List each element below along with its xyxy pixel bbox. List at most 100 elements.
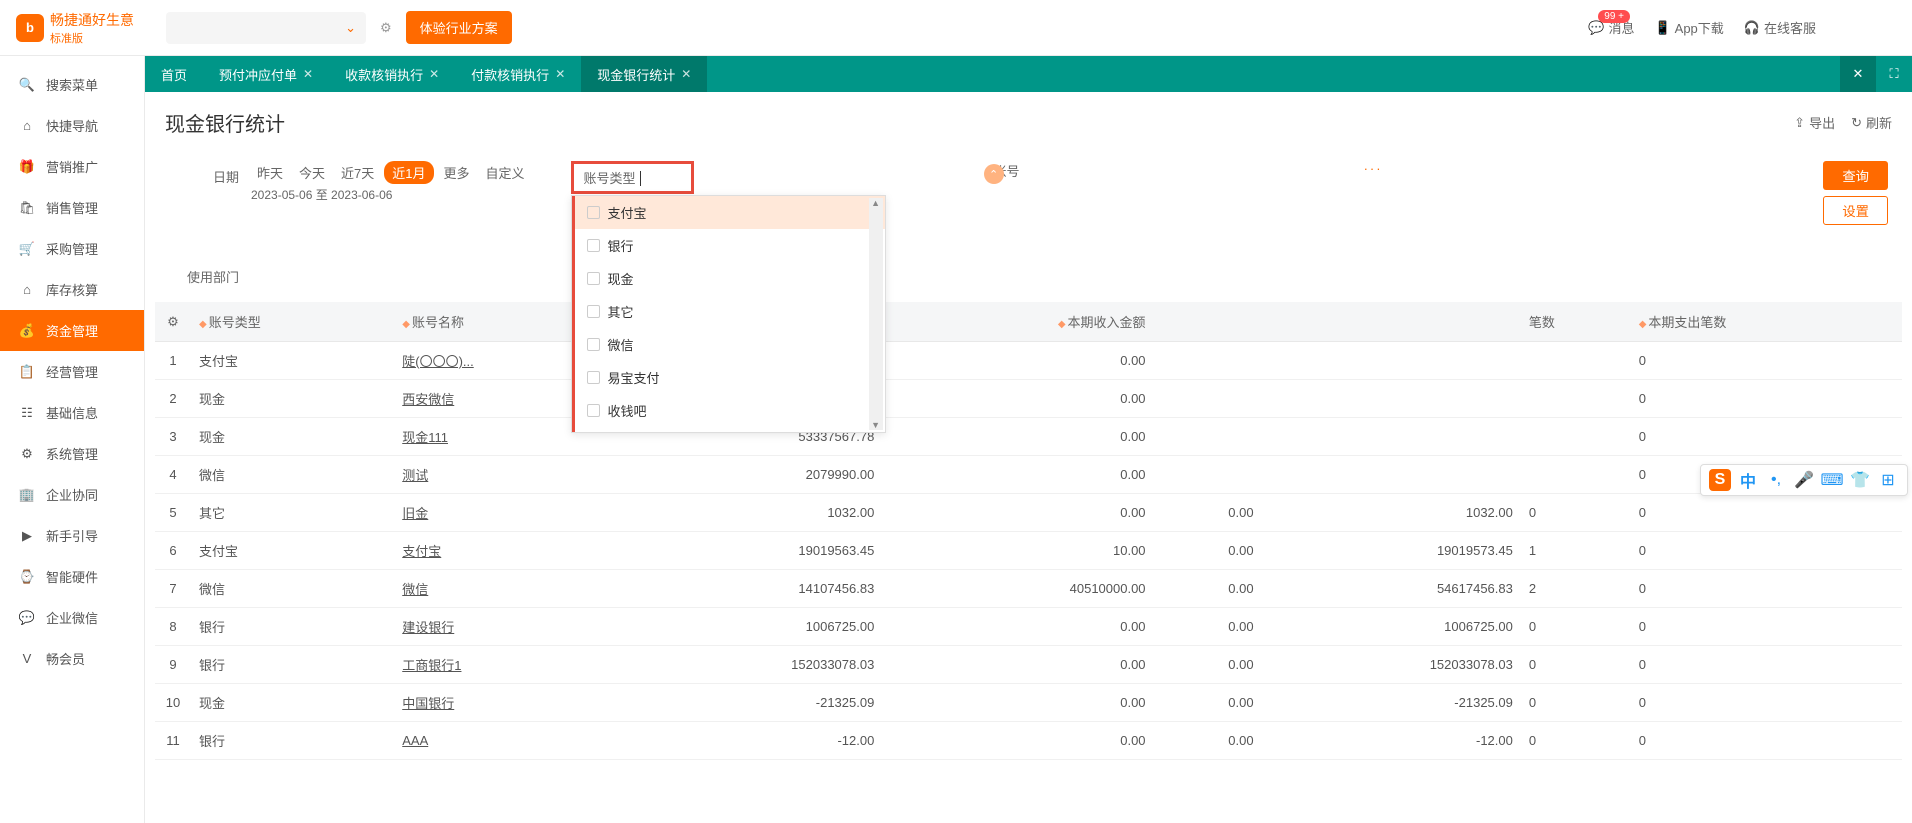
date-option[interactable]: 自定义 (480, 161, 531, 184)
checkbox[interactable] (587, 338, 600, 351)
dropdown-item[interactable]: 其它 (575, 295, 885, 328)
gear-icon[interactable]: ⚙ (380, 20, 392, 36)
fullscreen-button[interactable]: ⛶ (1876, 56, 1912, 92)
cell-r3: 2 (1521, 570, 1631, 608)
checkbox[interactable] (587, 206, 600, 219)
account-name-link[interactable]: 微信 (402, 582, 428, 597)
sidebar-item-4[interactable]: 🛒采购管理 (0, 228, 144, 269)
app-download-link[interactable]: 📱 App下载 (1654, 18, 1723, 37)
account-name-link[interactable]: 旧金 (402, 506, 428, 521)
sidebar-item-0[interactable]: 🔍搜索菜单 (0, 64, 144, 105)
dropdown-item[interactable]: 易宝支付 (575, 361, 885, 394)
account-name-link[interactable]: 现金111 (402, 430, 448, 445)
logo-sub: 标准版 (50, 30, 134, 46)
sidebar-item-12[interactable]: ⌚智能硬件 (0, 556, 144, 597)
date-option[interactable]: 更多 (438, 161, 476, 184)
keyboard-icon[interactable]: ⌨ (1821, 469, 1843, 491)
col-count[interactable]: 笔数 (1521, 302, 1631, 342)
table-row: 10 现金 中国银行 -21325.09 0.00 0.00 -21325.09… (155, 684, 1902, 722)
date-option[interactable]: 今天 (293, 161, 331, 184)
account-name-link[interactable]: 工商银行1 (402, 658, 461, 673)
ime-lang[interactable]: 中 (1737, 469, 1759, 491)
sidebar-item-14[interactable]: V畅会员 (0, 638, 144, 679)
sidebar-item-7[interactable]: 📋经营管理 (0, 351, 144, 392)
dropdown-item[interactable]: 微信 (575, 328, 885, 361)
ime-punct-icon[interactable]: •, (1765, 469, 1787, 491)
more-filters-button[interactable]: ··· (1364, 161, 1383, 176)
dropdown-item[interactable]: 银行 (575, 229, 885, 262)
tab-0[interactable]: 首页 (145, 56, 203, 92)
row-index: 8 (155, 608, 191, 646)
sidebar-item-2[interactable]: 🎁营销推广 (0, 146, 144, 187)
sidebar-item-1[interactable]: ⌂快捷导航 (0, 105, 144, 146)
close-icon[interactable]: ✕ (429, 67, 439, 81)
dropdown-scrollbar[interactable]: ▲ ▼ (869, 198, 883, 430)
col-expense-count[interactable]: ◆本期支出笔数 (1631, 302, 1902, 342)
dropdown-item[interactable]: 支付宝 (575, 196, 885, 229)
dropdown-item[interactable]: 长沙银行 (575, 427, 885, 432)
row-index: 4 (155, 456, 191, 494)
cell-r1 (1154, 380, 1262, 418)
sogou-icon[interactable]: S (1709, 469, 1731, 491)
cursor (640, 171, 643, 186)
dropdown-item[interactable]: 现金 (575, 262, 885, 295)
mic-icon[interactable]: 🎤 (1793, 469, 1815, 491)
toolbox-icon[interactable]: ⊞ (1877, 469, 1899, 491)
checkbox[interactable] (587, 272, 600, 285)
dropdown-item[interactable]: 收钱吧 (575, 394, 885, 427)
cell-r1: 0.00 (1154, 532, 1262, 570)
cell-type: 微信 (191, 456, 394, 494)
online-service-link[interactable]: 🎧 在线客服 (1744, 18, 1816, 37)
sidebar-item-3[interactable]: 🛍销售管理 (0, 187, 144, 228)
close-icon[interactable]: ✕ (303, 67, 313, 81)
tab-3[interactable]: 付款核销执行✕ (455, 56, 581, 92)
close-icon[interactable]: ✕ (681, 67, 691, 81)
sidebar-item-9[interactable]: ⚙系统管理 (0, 433, 144, 474)
checkbox[interactable] (587, 239, 600, 252)
tab-4[interactable]: 现金银行统计✕ (581, 56, 707, 92)
sidebar-item-label: 畅会员 (46, 649, 85, 668)
col-account-type[interactable]: ◆账号类型 (191, 302, 394, 342)
dropdown-item-label: 其它 (608, 302, 634, 321)
account-name-link[interactable]: 支付宝 (402, 544, 441, 559)
date-option[interactable]: 近1月 (384, 161, 433, 184)
close-all-tabs-button[interactable]: ✕ (1840, 56, 1876, 92)
sidebar-item-8[interactable]: ☷基础信息 (0, 392, 144, 433)
date-option[interactable]: 近7天 (335, 161, 380, 184)
refresh-button[interactable]: ↻ 刷新 (1851, 113, 1892, 132)
account-name-link[interactable]: 测试 (402, 468, 428, 483)
account-name-link[interactable]: AAA (402, 733, 428, 748)
skin-icon[interactable]: 👕 (1849, 469, 1871, 491)
experience-button[interactable]: 体验行业方案 (406, 11, 512, 44)
tab-1[interactable]: 预付冲应付单✕ (203, 56, 329, 92)
account-name-link[interactable]: 建设银行 (402, 620, 454, 635)
sidebar-item-10[interactable]: 🏢企业协同 (0, 474, 144, 515)
close-icon[interactable]: ✕ (555, 67, 565, 81)
cell-r1: 0.00 (1154, 570, 1262, 608)
sidebar-item-5[interactable]: ⌂库存核算 (0, 269, 144, 310)
tab-2[interactable]: 收款核销执行✕ (329, 56, 455, 92)
account-name-link[interactable]: 陡(〇〇〇)... (402, 354, 474, 369)
export-button[interactable]: ⇪ 导出 (1794, 113, 1835, 132)
table-settings-header[interactable]: ⚙ (155, 302, 191, 342)
sidebar-item-11[interactable]: ▶新手引导 (0, 515, 144, 556)
sidebar-item-13[interactable]: 💬企业微信 (0, 597, 144, 638)
company-select[interactable]: ⌄ (166, 12, 366, 44)
collapse-button[interactable]: ⌃ (984, 164, 1004, 184)
settings-button[interactable]: 设置 (1823, 196, 1888, 225)
cell-r1: 0.00 (1154, 684, 1262, 722)
query-button[interactable]: 查询 (1823, 161, 1888, 190)
account-name-link[interactable]: 西安微信 (402, 392, 454, 407)
cell-r1: 0.00 (1154, 646, 1262, 684)
sidebar-item-6[interactable]: 💰资金管理 (0, 310, 144, 351)
date-option[interactable]: 昨天 (251, 161, 289, 184)
checkbox[interactable] (587, 371, 600, 384)
row-index: 11 (155, 722, 191, 760)
checkbox[interactable] (587, 404, 600, 417)
account-name-link[interactable]: 中国银行 (402, 696, 454, 711)
checkbox[interactable] (587, 305, 600, 318)
sidebar-item-label: 采购管理 (46, 239, 98, 258)
messages-link[interactable]: 99 + 💬 消息 (1588, 18, 1634, 37)
col-income[interactable]: ◆本期收入金额 (882, 302, 1153, 342)
cell-income: 0.00 (882, 608, 1153, 646)
